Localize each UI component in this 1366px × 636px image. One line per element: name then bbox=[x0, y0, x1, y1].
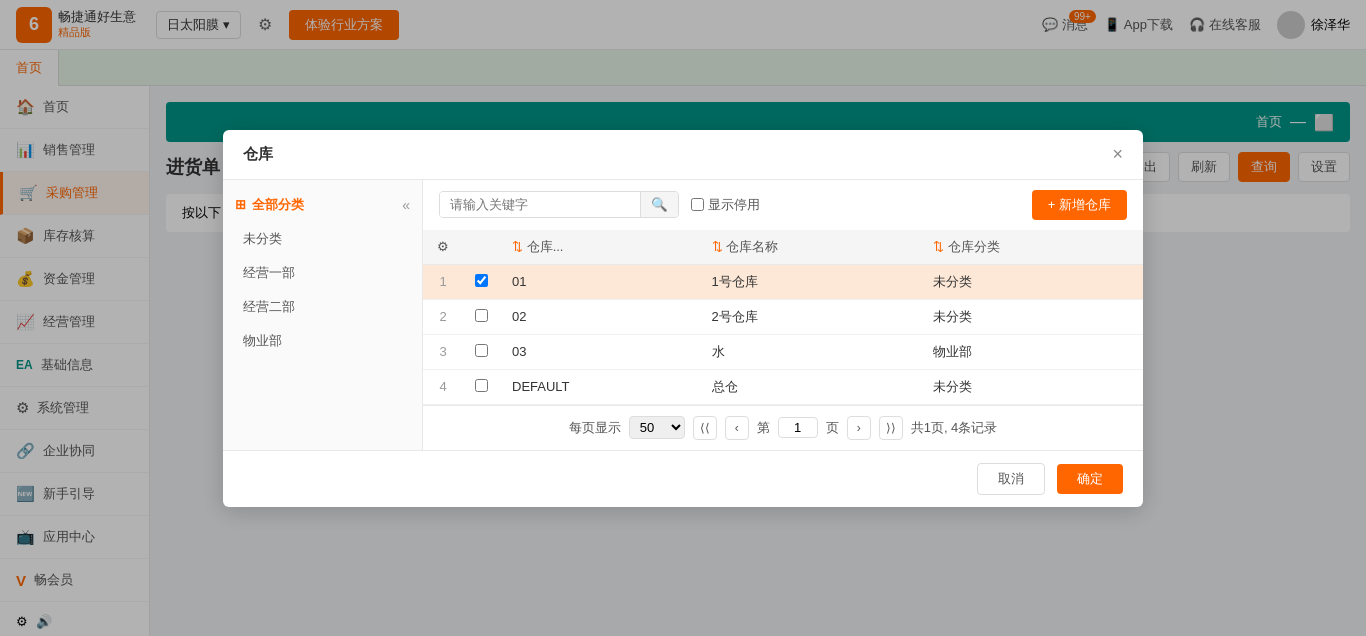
cat-collapse-button[interactable]: « bbox=[402, 197, 410, 213]
page-suffix: 页 bbox=[826, 419, 839, 437]
cat-header: ⊞ 全部分类 « bbox=[223, 188, 422, 222]
table-header: ⚙ ⇅ 仓库... ⇅ 仓库名称 bbox=[423, 230, 1143, 265]
cat-item-unclassified[interactable]: 未分类 bbox=[223, 222, 422, 256]
row-checkbox[interactable] bbox=[475, 274, 488, 287]
data-table: ⚙ ⇅ 仓库... ⇅ 仓库名称 bbox=[423, 230, 1143, 405]
modal-body: ⊞ 全部分类 « 未分类 经营一部 经营二部 物业部 🔍 bbox=[223, 180, 1143, 450]
table-row[interactable]: 3 03 水 物业部 bbox=[423, 334, 1143, 369]
toolbar-left: 🔍 显示停用 bbox=[439, 191, 760, 218]
prev-page-button[interactable]: ‹ bbox=[725, 416, 749, 440]
warehouse-table: ⚙ ⇅ 仓库... ⇅ 仓库名称 bbox=[423, 230, 1143, 405]
total-label: 共1页, 4条记录 bbox=[911, 419, 998, 437]
row-checkbox[interactable] bbox=[475, 344, 488, 357]
row-name: 2号仓库 bbox=[700, 299, 922, 334]
header-row: ⚙ ⇅ 仓库... ⇅ 仓库名称 bbox=[423, 230, 1143, 265]
modal-title: 仓库 bbox=[243, 145, 273, 164]
table-panel: 🔍 显示停用 + 新增仓库 ⚙ bbox=[423, 180, 1143, 450]
page-label: 第 bbox=[757, 419, 770, 437]
table-row[interactable]: 2 02 2号仓库 未分类 bbox=[423, 299, 1143, 334]
row-name: 总仓 bbox=[700, 369, 922, 404]
cat-all[interactable]: ⊞ 全部分类 bbox=[235, 196, 304, 214]
row-category: 未分类 bbox=[921, 369, 1143, 404]
sort-icon-name: ⇅ bbox=[712, 239, 723, 254]
modal-footer: 取消 确定 bbox=[223, 450, 1143, 507]
search-button[interactable]: 🔍 bbox=[640, 192, 678, 217]
last-page-button[interactable]: ⟩⟩ bbox=[879, 416, 903, 440]
col-category: ⇅ 仓库分类 bbox=[921, 230, 1143, 265]
row-name: 水 bbox=[700, 334, 922, 369]
row-index-cell: 3 bbox=[423, 334, 463, 369]
cat-item-dept1[interactable]: 经营一部 bbox=[223, 256, 422, 290]
table-toolbar: 🔍 显示停用 + 新增仓库 bbox=[423, 180, 1143, 230]
col-checkbox bbox=[463, 230, 500, 265]
search-box: 🔍 bbox=[439, 191, 679, 218]
modal-header: 仓库 × bbox=[223, 130, 1143, 180]
category-panel: ⊞ 全部分类 « 未分类 经营一部 经营二部 物业部 bbox=[223, 180, 423, 450]
row-checkbox[interactable] bbox=[475, 379, 488, 392]
cancel-button[interactable]: 取消 bbox=[977, 463, 1045, 495]
row-code: DEFAULT bbox=[500, 369, 700, 404]
grid-icon: ⊞ bbox=[235, 197, 246, 212]
row-checkbox-cell bbox=[463, 299, 500, 334]
row-checkbox-cell bbox=[463, 334, 500, 369]
col-name: ⇅ 仓库名称 bbox=[700, 230, 922, 265]
confirm-button[interactable]: 确定 bbox=[1057, 464, 1123, 494]
row-checkbox[interactable] bbox=[475, 309, 488, 322]
per-page-select[interactable]: 50 100 bbox=[629, 416, 685, 439]
row-name: 1号仓库 bbox=[700, 264, 922, 299]
row-category: 未分类 bbox=[921, 299, 1143, 334]
cat-all-label: 全部分类 bbox=[252, 196, 304, 214]
warehouse-modal: 仓库 × ⊞ 全部分类 « 未分类 经营一部 经营二部 物业部 bbox=[223, 130, 1143, 507]
cat-item-dept2[interactable]: 经营二部 bbox=[223, 290, 422, 324]
table-row[interactable]: 4 DEFAULT 总仓 未分类 bbox=[423, 369, 1143, 404]
per-page-label: 每页显示 bbox=[569, 419, 621, 437]
row-index-cell: 4 bbox=[423, 369, 463, 404]
row-code: 02 bbox=[500, 299, 700, 334]
row-checkbox-cell bbox=[463, 369, 500, 404]
row-category: 物业部 bbox=[921, 334, 1143, 369]
row-code: 01 bbox=[500, 264, 700, 299]
next-page-button[interactable]: › bbox=[847, 416, 871, 440]
col-settings: ⚙ bbox=[423, 230, 463, 265]
row-category: 未分类 bbox=[921, 264, 1143, 299]
row-index-cell: 2 bbox=[423, 299, 463, 334]
add-warehouse-button[interactable]: + 新增仓库 bbox=[1032, 190, 1127, 220]
modal-close-button[interactable]: × bbox=[1112, 144, 1123, 165]
table-row[interactable]: 1 01 1号仓库 未分类 bbox=[423, 264, 1143, 299]
row-code: 03 bbox=[500, 334, 700, 369]
sort-icon-cat: ⇅ bbox=[933, 239, 944, 254]
sort-icon: ⇅ bbox=[512, 239, 523, 254]
show-inactive-checkbox[interactable] bbox=[691, 198, 704, 211]
cat-item-property[interactable]: 物业部 bbox=[223, 324, 422, 358]
first-page-button[interactable]: ⟨⟨ bbox=[693, 416, 717, 440]
col-code: ⇅ 仓库... bbox=[500, 230, 700, 265]
table-body: 1 01 1号仓库 未分类 2 02 2号仓库 未分类 3 03 水 物业部 4… bbox=[423, 264, 1143, 404]
page-number-input[interactable] bbox=[778, 417, 818, 438]
show-inactive-text: 显示停用 bbox=[708, 196, 760, 214]
show-inactive-label[interactable]: 显示停用 bbox=[691, 196, 760, 214]
pagination: 每页显示 50 100 ⟨⟨ ‹ 第 页 › ⟩⟩ 共1页, 4条记录 bbox=[423, 405, 1143, 450]
search-input[interactable] bbox=[440, 192, 640, 217]
row-checkbox-cell bbox=[463, 264, 500, 299]
row-index-cell: 1 bbox=[423, 264, 463, 299]
modal-overlay[interactable]: 仓库 × ⊞ 全部分类 « 未分类 经营一部 经营二部 物业部 bbox=[0, 0, 1366, 636]
